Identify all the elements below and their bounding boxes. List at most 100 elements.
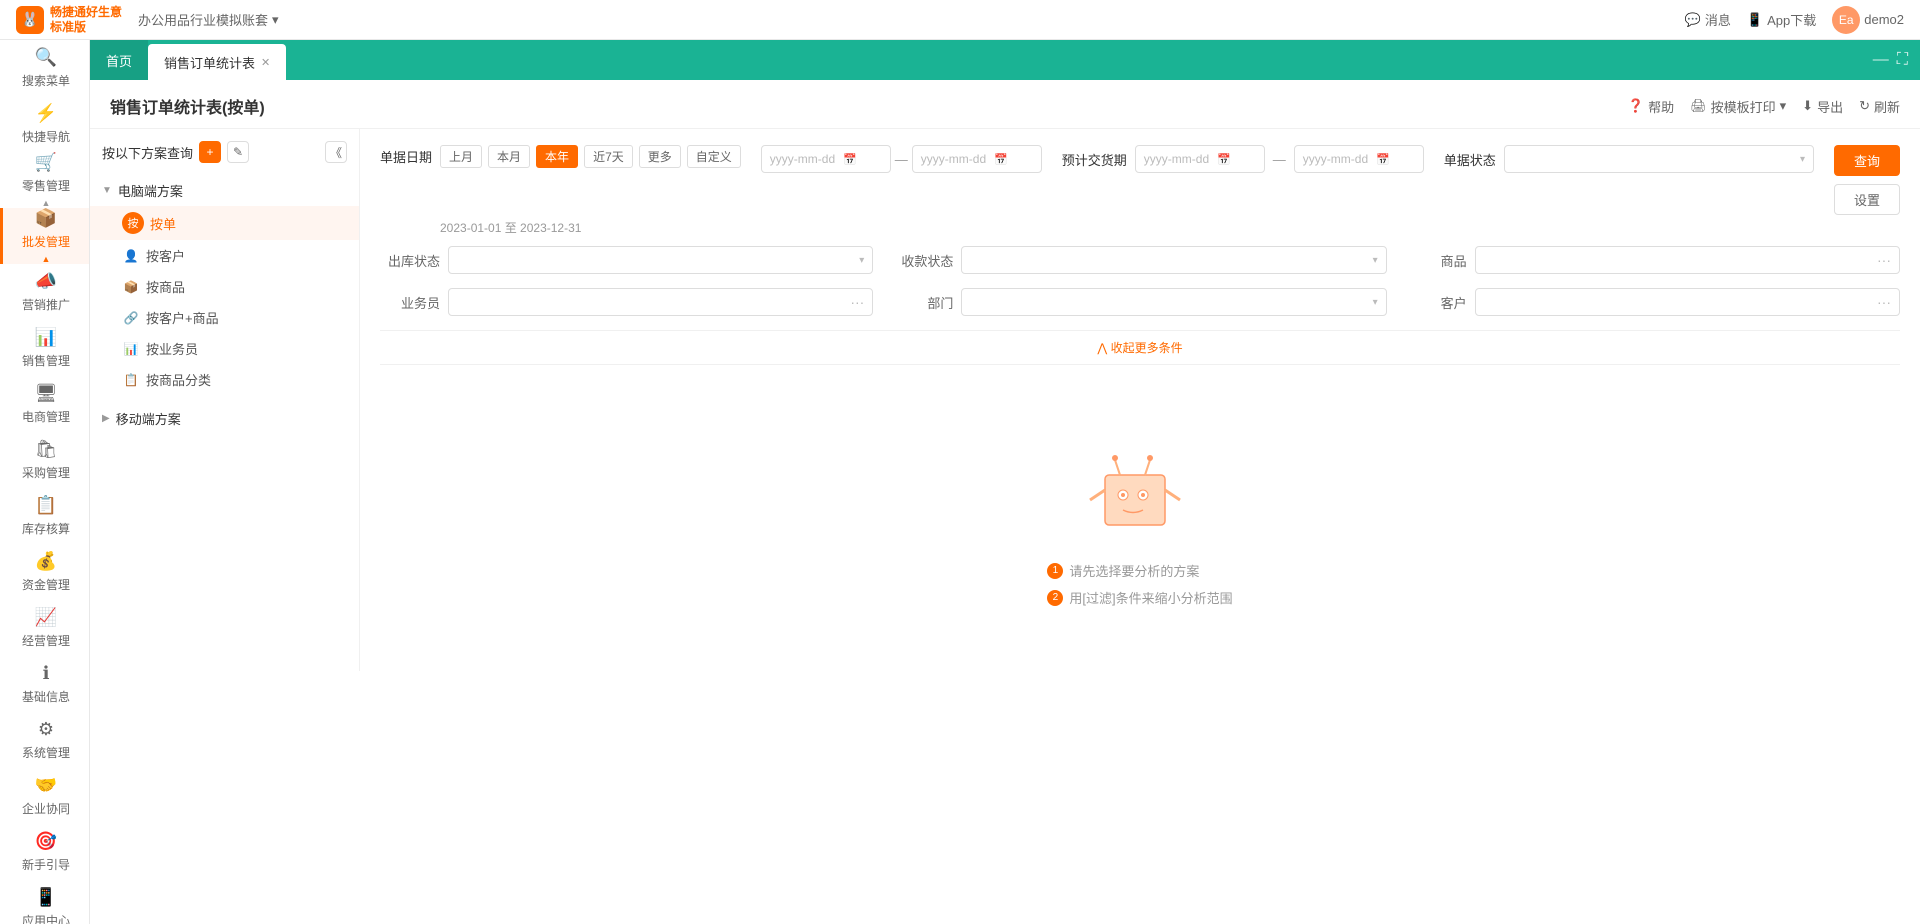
empty-tip-1: 1 请先选择要分析的方案 (1047, 561, 1232, 580)
tab-bar: 首页 销售订单统计表 ✕ — ⛶ (90, 40, 1920, 80)
app-selector[interactable]: 办公用品行业模拟账套 ▾ (130, 10, 287, 29)
sidebar-item-operations[interactable]: 📈 经营管理 (0, 600, 89, 656)
sidebar-item-quick-nav[interactable]: ⚡ 快捷导航 (0, 96, 89, 152)
date-label: 单据日期 (380, 147, 432, 166)
tab-home[interactable]: 首页 (90, 40, 148, 80)
template-print-button[interactable]: 🖨 按模板打印 ▾ (1690, 97, 1786, 116)
customer-filter: 客户 ··· (1407, 288, 1900, 316)
purchase-icon: 🛍 (35, 439, 58, 460)
help-button[interactable]: ❓ 帮助 (1628, 97, 1674, 116)
add-scheme-button[interactable]: + (199, 141, 221, 163)
ecommerce-icon: 🖥 (35, 383, 58, 404)
collapse-up-icon: ⋀ (1097, 341, 1110, 355)
user-area[interactable]: Ea demo2 (1832, 6, 1904, 34)
setting-button[interactable]: 设置 (1834, 184, 1900, 215)
finance-icon: 💰 (35, 551, 57, 572)
department-select[interactable]: ▾ (961, 288, 1386, 316)
basic-icon: ℹ (43, 663, 50, 684)
collapse-more-conditions-button[interactable]: ⋀ 收起更多条件 (380, 330, 1900, 365)
tab-sales-order-stats[interactable]: 销售订单统计表 ✕ (148, 44, 286, 80)
product-input[interactable]: ··· (1475, 246, 1900, 274)
sidebar-item-system[interactable]: ⚙ 系统管理 (0, 712, 89, 768)
logo-text: 畅捷通好生意 标准版 (50, 5, 122, 34)
inventory-icon: 📋 (35, 495, 57, 516)
dept-chevron-icon: ▾ (1373, 297, 1378, 308)
customer-more-icon: ··· (1877, 294, 1891, 310)
sidebar-item-retail[interactable]: 🛒 零售管理 ▲ (0, 152, 89, 208)
panel-header: 按以下方案查询 + ✎ 《 (90, 141, 359, 171)
sales-icon: 📊 (35, 327, 57, 348)
date-this-year-button[interactable]: 本年 (536, 145, 578, 168)
date-last-month-button[interactable]: 上月 (440, 145, 482, 168)
order-status-select[interactable]: ▾ (1504, 145, 1814, 173)
calendar-icon: 📅 (843, 153, 857, 166)
salesperson-input[interactable]: ··· (448, 288, 873, 316)
scheme-by-product[interactable]: 📦 按商品 (90, 271, 359, 302)
date-this-month-button[interactable]: 本月 (488, 145, 530, 168)
sidebar-item-finance[interactable]: 💰 资金管理 (0, 544, 89, 600)
query-button[interactable]: 查询 (1834, 145, 1900, 176)
sidebar-item-search[interactable]: 🔍 搜索菜单 (0, 40, 89, 96)
tree-parent-mobile[interactable]: ▶ 移动端方案 (90, 403, 359, 434)
tree-parent-desktop[interactable]: ▼ 电脑端方案 (90, 175, 359, 206)
minimize-icon[interactable]: — (1873, 51, 1889, 69)
empty-illustration (1080, 425, 1200, 545)
sidebar-item-inventory[interactable]: 📋 库存核算 (0, 488, 89, 544)
date-range-display: 2023-01-01 至 2023-12-31 (440, 219, 1900, 236)
top-bar-right: 💬 消息 📱 App下载 Ea demo2 (1685, 6, 1904, 34)
sidebar-item-basic[interactable]: ℹ 基础信息 (0, 656, 89, 712)
maximize-icon[interactable]: ⛶ (1897, 51, 1908, 69)
expected-delivery-label: 预计交货期 (1062, 150, 1127, 169)
operations-icon: 📈 (35, 607, 57, 628)
refresh-button[interactable]: ↻ 刷新 (1859, 97, 1900, 116)
sidebar-item-enterprise[interactable]: 🤝 企业协同 (0, 768, 89, 824)
scheme-by-customer[interactable]: 👤 按客户 (90, 240, 359, 271)
tip-number-2: 2 (1047, 590, 1063, 606)
scheme-by-customer-product[interactable]: 🔗 按客户+商品 (90, 302, 359, 333)
wholesale-icon: 📦 (35, 208, 57, 229)
sidebar-item-marketing[interactable]: 📣 营销推广 (0, 264, 89, 320)
message-button[interactable]: 💬 消息 (1685, 10, 1731, 29)
action-buttons: 查询 设置 (1834, 145, 1900, 215)
sidebar-item-appstore[interactable]: 📱 应用中心 (0, 880, 89, 924)
sidebar-item-sales[interactable]: 📊 销售管理 (0, 320, 89, 376)
delivery-status-select[interactable]: ▾ (448, 246, 873, 274)
date-more-button[interactable]: 更多 (639, 145, 681, 168)
retail-icon: 🛒 (35, 152, 57, 173)
tab-close-icon[interactable]: ✕ (261, 56, 270, 69)
payment-status-select[interactable]: ▾ (961, 246, 1386, 274)
chevron-down-icon: ▾ (272, 12, 279, 28)
date-7days-button[interactable]: 近7天 (584, 145, 633, 168)
scheme-by-salesperson[interactable]: 📊 按业务员 (90, 333, 359, 364)
date-separator: — (895, 152, 908, 167)
scheme-by-category[interactable]: 📋 按商品分类 (90, 364, 359, 395)
scheme-by-order[interactable]: 按 按单 (90, 206, 359, 240)
search-icon: 🔍 (35, 47, 57, 68)
logo-icon: 🐰 (16, 6, 44, 34)
expected-delivery-start-input[interactable]: yyyy-mm-dd 📅 (1135, 145, 1265, 173)
export-button[interactable]: ⬇ 导出 (1802, 97, 1843, 116)
sidebar: 🔍 搜索菜单 ⚡ 快捷导航 🛒 零售管理 ▲ 📦 批发管理 ▲ 📣 营销推广 📊… (0, 40, 90, 924)
edit-scheme-button[interactable]: ✎ (227, 141, 249, 163)
date-custom-button[interactable]: 自定义 (687, 145, 741, 168)
customer-input[interactable]: ··· (1475, 288, 1900, 316)
product-more-icon: ··· (1877, 252, 1891, 268)
date-start-input[interactable]: yyyy-mm-dd 📅 (761, 145, 891, 173)
top-bar: 🐰 畅捷通好生意 标准版 办公用品行业模拟账套 ▾ 💬 消息 📱 App下载 E… (0, 0, 1920, 40)
payment-status-label: 收款状态 (893, 251, 953, 270)
date-end-input[interactable]: yyyy-mm-dd 📅 (912, 145, 1042, 173)
department-label: 部门 (893, 293, 953, 312)
app-download-button[interactable]: 📱 App下载 (1747, 10, 1816, 29)
expected-delivery-end-input[interactable]: yyyy-mm-dd 📅 (1294, 145, 1424, 173)
collapse-panel-button[interactable]: 《 (325, 141, 347, 163)
sidebar-item-ecommerce[interactable]: 🖥 电商管理 (0, 376, 89, 432)
tab-bar-actions: — ⛶ (1873, 51, 1920, 69)
sidebar-item-newbie[interactable]: 🎯 新手引导 (0, 824, 89, 880)
customer-scheme-icon: 👤 (122, 247, 140, 265)
page-actions: ❓ 帮助 🖨 按模板打印 ▾ ⬇ 导出 ↻ 刷新 (1628, 97, 1900, 116)
calendar-end-icon: 📅 (994, 153, 1008, 166)
sidebar-item-purchase[interactable]: 🛍 采购管理 (0, 432, 89, 488)
newbie-icon: 🎯 (35, 831, 57, 852)
sidebar-item-wholesale[interactable]: 📦 批发管理 ▲ (0, 208, 89, 264)
enterprise-icon: 🤝 (35, 775, 57, 796)
